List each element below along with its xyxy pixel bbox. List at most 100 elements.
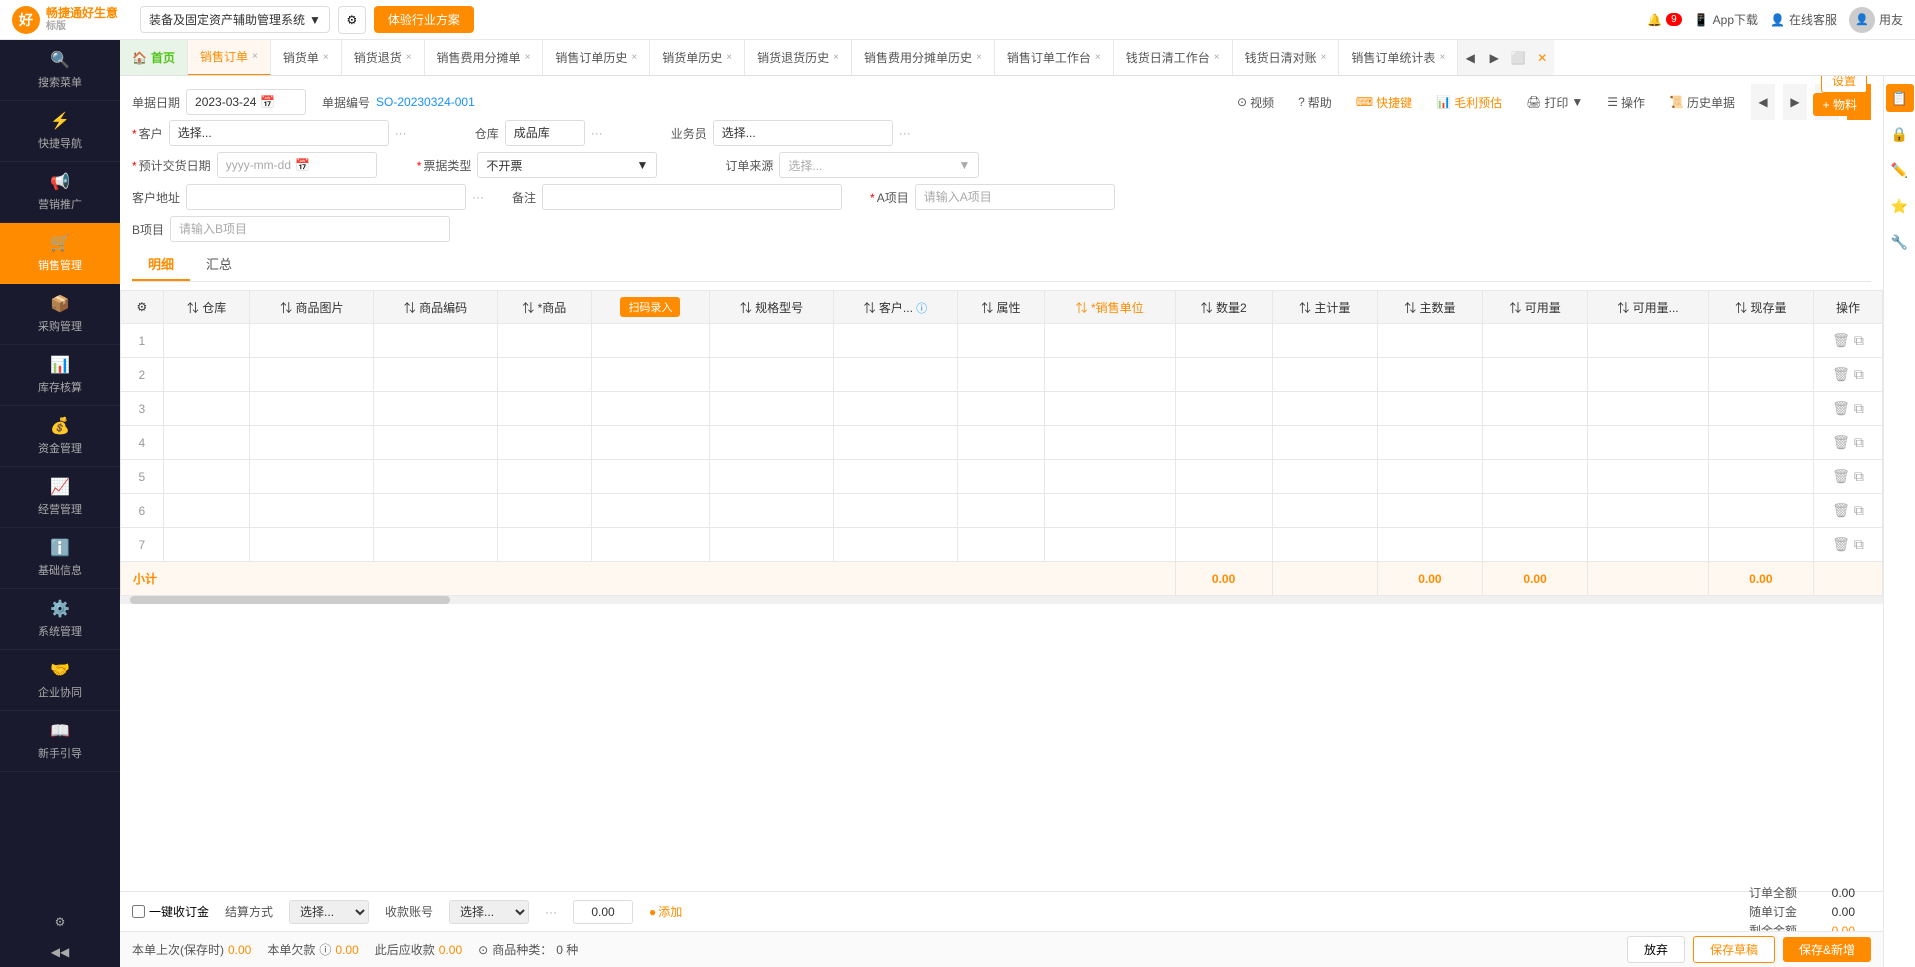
tab-sales-order-history[interactable]: 销售订单历史 × [543, 40, 650, 76]
quick-deposit-checkbox[interactable]: 一键收订金 [132, 903, 209, 920]
col-stock[interactable]: ⇅ 现存量 [1708, 291, 1813, 324]
sidebar-item-system[interactable]: ⚙️ 系统管理 [0, 589, 120, 650]
tab-summary[interactable]: 汇总 [190, 248, 248, 281]
amount-input[interactable] [573, 900, 633, 924]
sidebar-settings[interactable]: ⚙ [0, 907, 120, 937]
save-draft-button[interactable]: 保存草稿 [1693, 936, 1775, 963]
sidebar-item-sales[interactable]: 🛒 销售管理 [0, 223, 120, 284]
tab-daily-workbench[interactable]: 钱货日清工作台 × [1114, 40, 1233, 76]
tab-prev-button[interactable]: ◀ [1458, 40, 1482, 76]
copy-icon[interactable]: ⧉ [1854, 502, 1864, 519]
right-icon-1[interactable]: 📋 [1886, 84, 1914, 112]
col-customer-code[interactable]: ⇅ 客户... ⓘ [833, 291, 957, 324]
tab-close-all-button[interactable]: ✕ [1530, 40, 1554, 76]
user-menu[interactable]: 👤 用友 [1849, 7, 1903, 33]
quick-deposit-check[interactable] [132, 905, 145, 918]
copy-icon[interactable]: ⧉ [1854, 332, 1864, 349]
sidebar-item-guide[interactable]: 📖 新手引导 [0, 711, 120, 772]
close-icon[interactable]: × [631, 52, 637, 63]
close-icon[interactable]: × [1095, 52, 1101, 63]
col-avail[interactable]: ⇅ 可用量 [1482, 291, 1587, 324]
add-button[interactable]: ● 添加 [649, 903, 682, 920]
tab-next-button[interactable]: ▶ [1482, 40, 1506, 76]
customer-input[interactable]: 选择... [169, 120, 389, 146]
sidebar-item-search[interactable]: 🔍 搜索菜单 [0, 40, 120, 101]
close-icon[interactable]: × [1439, 52, 1445, 63]
close-icon[interactable]: × [976, 52, 982, 63]
delete-icon[interactable]: 🗑 [1832, 366, 1850, 383]
address-input[interactable] [186, 184, 466, 210]
tab-sales-invoice-history[interactable]: 销货单历史 × [650, 40, 745, 76]
sidebar-item-nav[interactable]: ⚡ 快捷导航 [0, 101, 120, 162]
dots-icon[interactable]: ··· [545, 905, 557, 919]
solution-button[interactable]: 体验行业方案 [374, 6, 474, 33]
right-icon-2[interactable]: 🔒 [1886, 120, 1914, 148]
online-service[interactable]: 👤 在线客服 [1770, 11, 1837, 28]
right-icon-5[interactable]: 🔧 [1886, 228, 1914, 256]
sidebar-item-purchase[interactable]: 📦 采购管理 [0, 284, 120, 345]
delete-icon[interactable]: 🗑 [1832, 400, 1850, 417]
col-avail2[interactable]: ⇅ 可用量... [1588, 291, 1709, 324]
close-icon[interactable]: × [525, 52, 531, 63]
tab-sales-report[interactable]: 销售订单统计表 × [1339, 40, 1458, 76]
remark-input[interactable] [542, 184, 842, 210]
close-icon[interactable]: × [726, 52, 732, 63]
col-warehouse[interactable]: ⇅ 仓库 [163, 291, 250, 324]
salesperson-input[interactable]: 选择... [713, 120, 893, 146]
close-icon[interactable]: × [406, 52, 412, 63]
sidebar-item-inventory[interactable]: 📊 库存核算 [0, 345, 120, 406]
invoice-select[interactable]: 不开票 ▼ [477, 152, 657, 178]
tab-sales-invoice[interactable]: 销货单 × [271, 40, 342, 76]
close-icon[interactable]: × [1321, 52, 1327, 63]
delete-icon[interactable]: 🗑 [1832, 434, 1850, 451]
discard-button[interactable]: 放弃 [1627, 936, 1685, 963]
col-qty2[interactable]: ⇅ 数量2 [1175, 291, 1272, 324]
save-new-button[interactable]: 保存&新增 [1783, 937, 1871, 962]
sidebar-item-operations[interactable]: 📈 经营管理 [0, 467, 120, 528]
scan-button[interactable]: 扫码录入 [620, 297, 680, 317]
tab-detail[interactable]: 明细 [132, 248, 190, 281]
col-image[interactable]: ⇅ 商品图片 [250, 291, 374, 324]
right-icon-3[interactable]: ✏️ [1886, 156, 1914, 184]
settings-icon[interactable]: ⚙ [338, 6, 366, 34]
tab-expense-history[interactable]: 销售费用分摊单历史 × [852, 40, 995, 76]
tab-more-button[interactable]: ⬜ [1506, 40, 1530, 76]
col-attr[interactable]: ⇅ 属性 [958, 291, 1045, 324]
copy-icon[interactable]: ⧉ [1854, 434, 1864, 451]
bproject-input[interactable]: 请输入B项目 [170, 216, 450, 242]
copy-icon[interactable]: ⧉ [1854, 468, 1864, 485]
tab-sales-expense[interactable]: 销售费用分摊单 × [425, 40, 544, 76]
delivery-input[interactable]: yyyy-mm-dd 📅 [217, 152, 377, 178]
setup-button[interactable]: 设置 [1821, 76, 1867, 93]
notification-bell[interactable]: 🔔 9 [1647, 13, 1682, 27]
close-icon[interactable]: × [833, 52, 839, 63]
tab-sales-return[interactable]: 销货退货 × [342, 40, 425, 76]
col-spec[interactable]: ⇅ 规格型号 [710, 291, 834, 324]
sidebar-collapse-button[interactable]: ◀◀ [0, 937, 120, 967]
app-download[interactable]: 📱 App下载 [1694, 11, 1758, 28]
tab-daily-reconcile[interactable]: 钱货日清对账 × [1233, 40, 1340, 76]
copy-icon[interactable]: ⧉ [1854, 536, 1864, 553]
tab-sales-order[interactable]: 销售订单 × [188, 40, 271, 76]
col-code[interactable]: ⇅ 商品编码 [374, 291, 498, 324]
warehouse-dots[interactable]: ··· [591, 126, 603, 140]
col-main-unit[interactable]: ⇅ 主计量 [1272, 291, 1377, 324]
close-icon[interactable]: × [252, 51, 258, 62]
tab-sales-return-history[interactable]: 销货退货历史 × [745, 40, 852, 76]
copy-icon[interactable]: ⧉ [1854, 366, 1864, 383]
sidebar-item-finance[interactable]: 💰 资金管理 [0, 406, 120, 467]
delete-icon[interactable]: 🗑 [1832, 502, 1850, 519]
salesperson-dots[interactable]: ··· [899, 126, 911, 140]
order-source-input[interactable]: 选择... ▼ [779, 152, 979, 178]
payment-method-select[interactable]: 选择... [289, 900, 369, 924]
sidebar-item-collab[interactable]: 🤝 企业协同 [0, 650, 120, 711]
customer-dots[interactable]: ··· [395, 126, 407, 140]
delete-icon[interactable]: 🗑 [1832, 468, 1850, 485]
sidebar-item-info[interactable]: ℹ️ 基础信息 [0, 528, 120, 589]
add-material-button[interactable]: + 物料 [1813, 93, 1867, 116]
tab-sales-workbench[interactable]: 销售订单工作台 × [995, 40, 1114, 76]
warehouse-input[interactable]: 成品库 [505, 120, 585, 146]
address-dots[interactable]: ··· [472, 190, 484, 204]
col-setting[interactable]: ⚙ [121, 291, 164, 324]
copy-icon[interactable]: ⧉ [1854, 400, 1864, 417]
